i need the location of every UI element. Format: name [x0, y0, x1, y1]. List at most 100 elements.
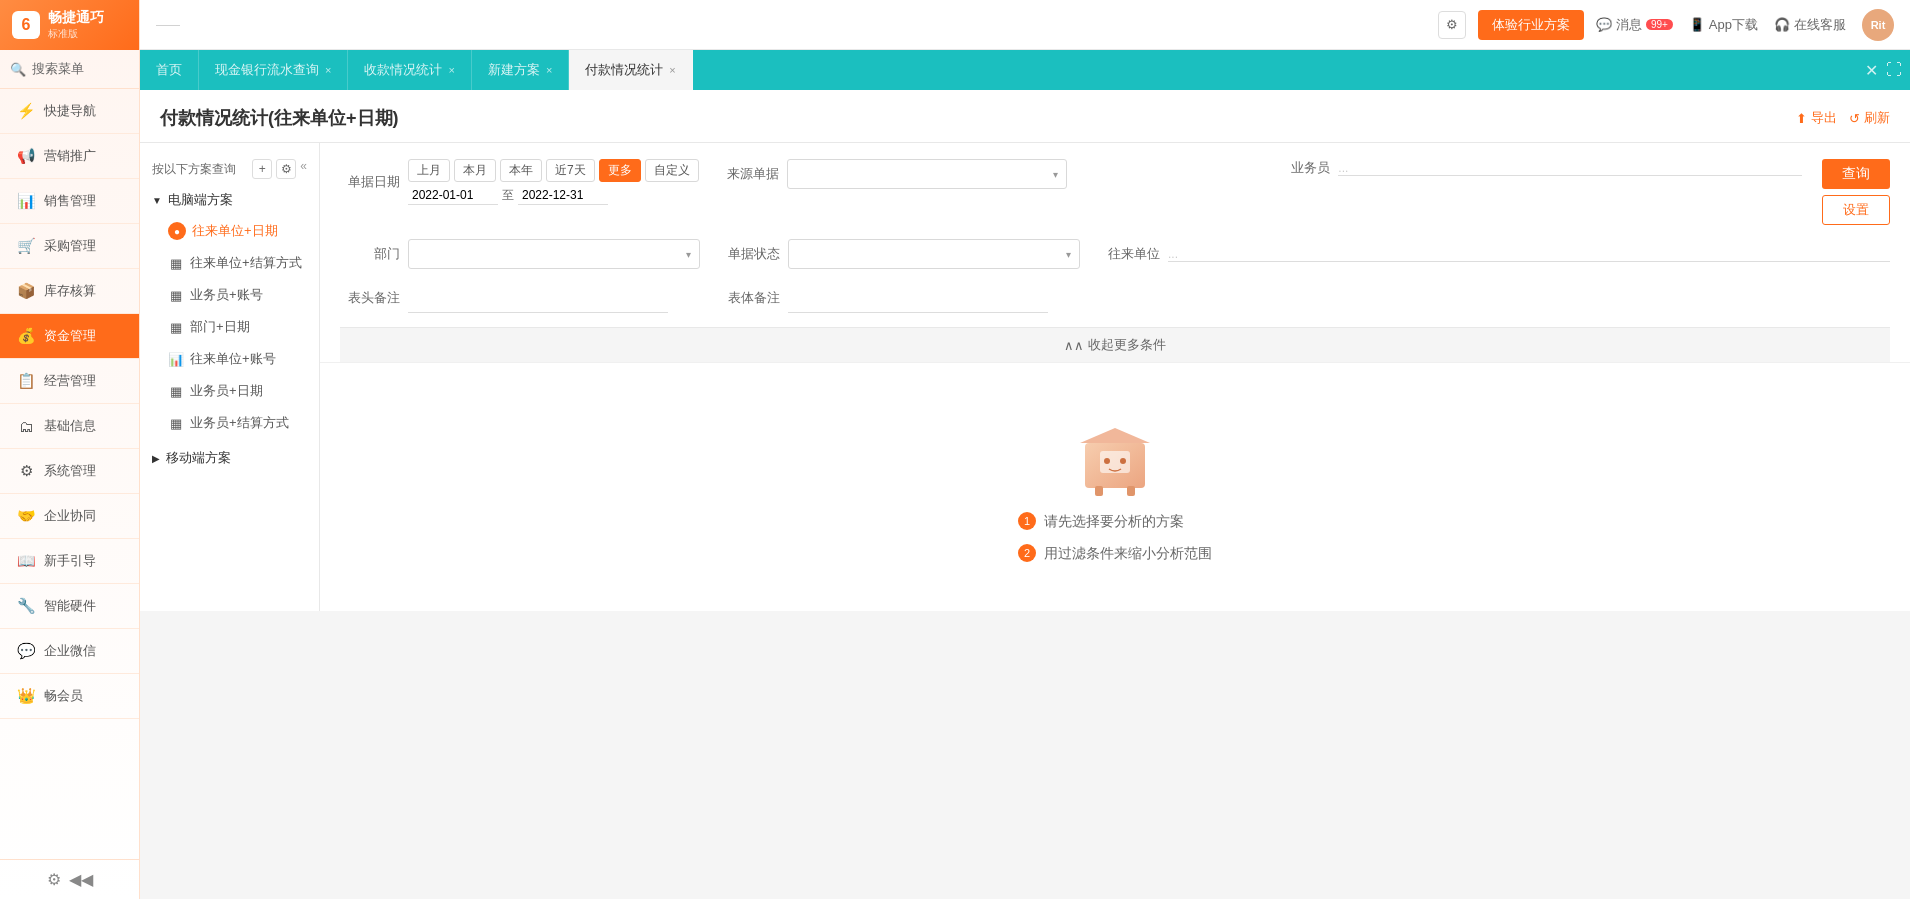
source-doc-select[interactable]: ▾	[787, 159, 1067, 189]
tab-bank-flow[interactable]: 现金银行流水查询 ×	[199, 50, 348, 90]
action-buttons: 查询 设置	[1822, 159, 1890, 225]
tab-new-scheme[interactable]: 新建方案 ×	[472, 50, 569, 90]
sidebar-item-quick-nav[interactable]: ⚡ 快捷导航	[0, 89, 139, 134]
scheme-item-salesman-account[interactable]: ▦ 业务员+账号	[140, 279, 319, 311]
tab-payment-stats[interactable]: 付款情况统计 ×	[569, 50, 692, 90]
scheme-group-pc-header[interactable]: ▼ 电脑端方案	[140, 185, 319, 215]
scheme-item-partner-account[interactable]: 📊 往来单位+账号	[140, 343, 319, 375]
query-button[interactable]: 查询	[1822, 159, 1890, 189]
search-menu[interactable]: 🔍 搜索菜单	[0, 50, 139, 89]
export-button[interactable]: ⬆ 导出	[1796, 109, 1837, 127]
date-to-input[interactable]	[518, 186, 608, 205]
topbar-controls: ⚙	[1438, 11, 1466, 39]
add-scheme-btn[interactable]: +	[252, 159, 272, 179]
collapse-conditions-btn[interactable]: ∧∧ 收起更多条件	[340, 327, 1890, 362]
active-indicator: ●	[168, 222, 186, 240]
salesman-group: 业务员 ...	[1270, 159, 1802, 177]
sales-icon: 📊	[16, 191, 36, 211]
sidebar-item-inventory[interactable]: 📦 库存核算	[0, 269, 139, 314]
basic-info-icon: 🗂	[16, 416, 36, 436]
date-btn-custom[interactable]: 自定义	[645, 159, 699, 182]
date-btn-this-month[interactable]: 本月	[454, 159, 496, 182]
close-all-tabs-btn[interactable]: ✕	[1865, 61, 1878, 80]
trial-button[interactable]: 体验行业方案	[1478, 10, 1584, 40]
scheme-item-dept-date[interactable]: ▦ 部门+日期	[140, 311, 319, 343]
tab-collection-stats[interactable]: 收款情况统计 ×	[348, 50, 471, 90]
sidebar-item-label: 库存核算	[44, 282, 96, 300]
collapse-sidebar-btn[interactable]: ◀◀	[69, 870, 93, 889]
table-body-note-input[interactable]	[788, 283, 1048, 313]
sidebar-item-system[interactable]: ⚙ 系统管理	[0, 449, 139, 494]
dept-select[interactable]: ▾	[408, 239, 700, 269]
table-header-note-input[interactable]	[408, 283, 668, 313]
settings-button[interactable]: 设置	[1822, 195, 1890, 225]
tab-bank-flow-close[interactable]: ×	[325, 64, 331, 76]
sidebar-item-guide[interactable]: 📖 新手引导	[0, 539, 139, 584]
date-btn-7days[interactable]: 近7天	[546, 159, 595, 182]
sidebar-item-smart-hw[interactable]: 🔧 智能硬件	[0, 584, 139, 629]
maximize-btn[interactable]: ⛶	[1886, 61, 1902, 79]
tab-home[interactable]: 首页	[140, 50, 199, 90]
refresh-button[interactable]: ↺ 刷新	[1849, 109, 1890, 127]
topbar-gear-button[interactable]: ⚙	[1438, 11, 1466, 39]
sidebar: 6 畅捷通巧 标准版 🔍 搜索菜单 ⚡ 快捷导航 📢 营销推广 📊 销售管理 🛒…	[0, 0, 140, 899]
date-label: 单据日期	[340, 173, 400, 191]
tab-collection-label: 收款情况统计	[364, 61, 442, 79]
user-avatar[interactable]: Rit	[1862, 9, 1894, 41]
date-btn-last-month[interactable]: 上月	[408, 159, 450, 182]
tab-bar: 首页 现金银行流水查询 × 收款情况统计 × 新建方案 × 付款情况统计 × ✕…	[140, 50, 1910, 90]
sidebar-item-purchase[interactable]: 🛒 采购管理	[0, 224, 139, 269]
inventory-icon: 📦	[16, 281, 36, 301]
sidebar-item-member[interactable]: 👑 畅会员	[0, 674, 139, 719]
sidebar-item-finance[interactable]: 💰 资金管理	[0, 314, 139, 359]
empty-state: 1 请先选择要分析的方案 2 用过滤条件来缩小分析范围	[320, 363, 1910, 611]
date-from-input[interactable]	[408, 186, 498, 205]
tab-payment-close[interactable]: ×	[669, 64, 675, 76]
doc-status-group: 单据状态 ▾	[720, 239, 1080, 269]
scheme-item-label: 往来单位+日期	[192, 222, 278, 240]
tab-new-scheme-label: 新建方案	[488, 61, 540, 79]
app-name: 畅捷通巧	[48, 9, 104, 27]
purchase-icon: 🛒	[16, 236, 36, 256]
scheme-group-mobile-header[interactable]: ▶ 移动端方案	[140, 443, 319, 473]
scheme-item-salesman-date[interactable]: ▦ 业务员+日期	[140, 375, 319, 407]
chart-icon: 📊	[168, 351, 184, 367]
sidebar-item-label: 快捷导航	[44, 102, 96, 120]
sidebar-item-basic-info[interactable]: 🗂 基础信息	[0, 404, 139, 449]
online-service-btn[interactable]: 🎧 在线客服	[1774, 16, 1846, 34]
date-btn-more[interactable]: 更多	[599, 159, 641, 182]
panel-settings-btn[interactable]: ⚙	[276, 159, 296, 179]
smart-hw-icon: 🔧	[16, 596, 36, 616]
scheme-item-partner-payment[interactable]: ▦ 往来单位+结算方式	[140, 247, 319, 279]
sidebar-item-label: 经营管理	[44, 372, 96, 390]
table-body-note-label: 表体备注	[720, 289, 780, 307]
date-btn-this-year[interactable]: 本年	[500, 159, 542, 182]
sidebar-item-enterprise[interactable]: 🤝 企业协同	[0, 494, 139, 539]
wechat-icon: 💬	[16, 641, 36, 661]
app-download-btn[interactable]: 📱 App下载	[1689, 16, 1758, 34]
partner-group: 往来单位 ...	[1100, 245, 1890, 263]
table-header-note-group: 表头备注	[340, 283, 700, 313]
scheme-item-salesman-payment[interactable]: ▦ 业务员+结算方式	[140, 407, 319, 439]
sidebar-item-marketing[interactable]: 📢 营销推广	[0, 134, 139, 179]
scheme-item-label: 往来单位+账号	[190, 350, 276, 368]
group-expand-icon: ▼	[152, 195, 162, 206]
quick-nav-icon: ⚡	[16, 101, 36, 121]
tab-new-scheme-close[interactable]: ×	[546, 64, 552, 76]
salesman-label: 业务员	[1270, 159, 1330, 177]
sidebar-item-label: 采购管理	[44, 237, 96, 255]
sidebar-item-sales[interactable]: 📊 销售管理	[0, 179, 139, 224]
notification-btn[interactable]: 💬 消息 99+	[1596, 16, 1673, 34]
doc-status-select[interactable]: ▾	[788, 239, 1080, 269]
collapse-panel-btn[interactable]: «	[300, 159, 307, 179]
collapse-arrow-icon: ∧∧	[1064, 338, 1084, 353]
sidebar-item-operations[interactable]: 📋 经营管理	[0, 359, 139, 404]
sidebar-item-wechat[interactable]: 💬 企业微信	[0, 629, 139, 674]
tab-collection-close[interactable]: ×	[448, 64, 454, 76]
export-icon: ⬆	[1796, 111, 1807, 126]
scheme-icon: ▦	[168, 415, 184, 431]
scheme-item-partner-date[interactable]: ● 往来单位+日期	[140, 215, 319, 247]
filter-row-3: 表头备注 表体备注	[340, 283, 1890, 313]
empty-tip-2: 2 用过滤条件来缩小分析范围	[1018, 539, 1212, 567]
settings-bottom-btn[interactable]: ⚙	[47, 870, 61, 889]
